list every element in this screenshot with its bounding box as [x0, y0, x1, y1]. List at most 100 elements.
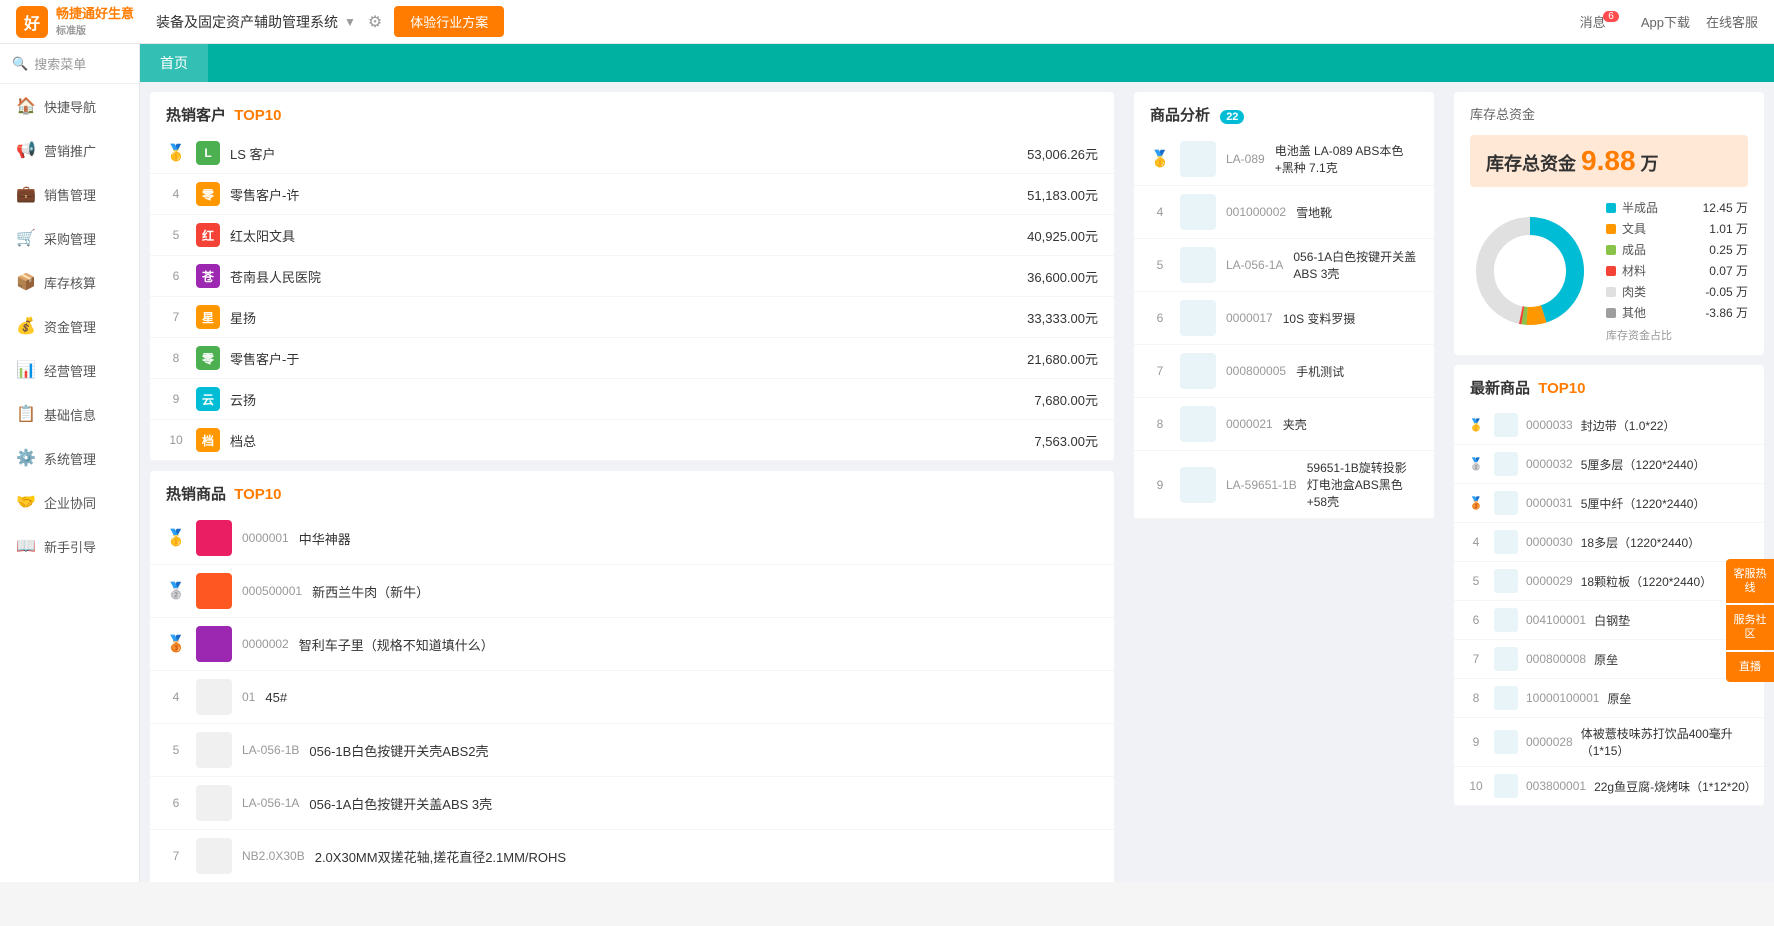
customer-amount: 40,925.00元: [1027, 226, 1098, 245]
sidebar-item-operations[interactable]: 📊 经营管理: [0, 348, 139, 392]
sidebar-item-base[interactable]: 📋 基础信息: [0, 392, 139, 436]
rank-num: 10: [1466, 779, 1486, 793]
table-row: 8 零 零售客户-于 21,680.00元: [150, 338, 1114, 379]
system-selector[interactable]: 装备及固定资产辅助管理系统 ▼: [156, 12, 356, 32]
sidebar: 🔍 搜索菜单 🏠 快捷导航 📢 营销推广 💼 销售管理 🛒 采购管理 📦 库存核…: [0, 44, 140, 882]
product-code: NB2.0X30B: [242, 849, 305, 863]
customer-badge: 零: [196, 182, 220, 206]
rank-num: 9: [166, 392, 186, 406]
customer-amount: 51,183.00元: [1027, 185, 1098, 204]
base-icon: 📋: [16, 404, 36, 424]
product-code: LA-056-1A: [242, 796, 299, 810]
list-item: 🥈 0000032 5厘多层（1220*2440）: [1454, 445, 1764, 484]
product-image: [1494, 530, 1518, 554]
rank-num: 8: [1150, 417, 1170, 431]
sidebar-search[interactable]: 🔍 搜索菜单: [0, 44, 139, 84]
list-item: 🥇 0000033 封边带（1.0*22）: [1454, 406, 1764, 445]
service-community-button[interactable]: 服务社区: [1726, 605, 1774, 650]
list-item: 🥉 0000002 智利车子里（规格不知道填什么）: [150, 618, 1114, 671]
system-name: 装备及固定资产辅助管理系统: [156, 12, 338, 32]
product-name: 2.0X30MM双搓花轴,搓花直径2.1MM/ROHS: [315, 847, 1098, 866]
system-icon: ⚙️: [16, 448, 36, 468]
customer-name: 红太阳文具: [230, 226, 1017, 245]
list-item: 10 003800001 22g鱼豆腐-烧烤味（1*12*20）: [1454, 767, 1764, 806]
product-image: [1180, 247, 1216, 283]
customer-amount: 21,680.00元: [1027, 349, 1098, 368]
rank-num: 5: [1150, 258, 1170, 272]
rank-num: 7: [1466, 652, 1486, 666]
list-item: 5 0000029 18颗粒板（1220*2440）: [1454, 562, 1764, 601]
legend-item: 成品 0.25 万: [1606, 241, 1748, 258]
legend-label: 成品: [1622, 241, 1703, 258]
product-code: 001000002: [1226, 205, 1286, 219]
sidebar-item-marketing[interactable]: 📢 营销推广: [0, 128, 139, 172]
product-name: 体被薏枝味苏打饮品400毫升（1*15）: [1581, 725, 1752, 759]
list-item: 🥇 0000001 中华神器: [150, 512, 1114, 565]
header-right: 消息 6 App下载 在线客服: [1580, 12, 1758, 31]
search-label: 搜索菜单: [34, 54, 86, 73]
list-item: 4 001000002 雪地靴: [1134, 186, 1434, 239]
tab-home-label: 首页: [160, 53, 188, 73]
customer-badge: 苍: [196, 264, 220, 288]
rank-num: 6: [1150, 311, 1170, 325]
customer-amount: 36,600.00元: [1027, 267, 1098, 286]
customer-badge: 档: [196, 428, 220, 452]
rank-num: 6: [166, 269, 186, 283]
legend-label: 文具: [1622, 220, 1703, 237]
sidebar-item-enterprise[interactable]: 🤝 企业协同: [0, 480, 139, 524]
product-image: [1494, 647, 1518, 671]
top-customers-card: 热销客户 TOP10 🥇 L LS 客户 53,006.26元 4 零: [150, 92, 1114, 461]
sidebar-item-inventory[interactable]: 📦 库存核算: [0, 260, 139, 304]
product-code: LA-59651-1B: [1226, 478, 1297, 492]
list-item: 6 004100001 白钢垫: [1454, 601, 1764, 640]
top-customers-title: 热销客户 TOP10: [150, 92, 1114, 133]
sidebar-item-sales[interactable]: 💼 销售管理: [0, 172, 139, 216]
product-code: LA-056-1A: [1226, 258, 1283, 272]
inventory-title: 库存总资金: [1470, 104, 1535, 123]
app-download[interactable]: App下载: [1641, 12, 1690, 31]
message-area[interactable]: 消息 6: [1580, 12, 1625, 31]
product-name: 056-1B白色按键开关壳ABS2壳: [309, 741, 1098, 760]
online-service[interactable]: 在线客服: [1706, 12, 1758, 31]
product-name: 18多层（1220*2440）: [1581, 534, 1752, 551]
product-image: [196, 626, 232, 662]
sidebar-item-system[interactable]: ⚙️ 系统管理: [0, 436, 139, 480]
right-panel: 库存总资金 库存总资金 9.88 万: [1444, 82, 1774, 882]
trial-button[interactable]: 体验行业方案: [394, 6, 504, 37]
main-layout: 🔍 搜索菜单 🏠 快捷导航 📢 营销推广 💼 销售管理 🛒 采购管理 📦 库存核…: [0, 44, 1774, 882]
hotline-button[interactable]: 客服热线: [1726, 559, 1774, 604]
legend-dot: [1606, 287, 1616, 297]
sidebar-label-purchase: 采购管理: [44, 229, 96, 248]
sidebar-item-purchase[interactable]: 🛒 采购管理: [0, 216, 139, 260]
sidebar-label-enterprise: 企业协同: [44, 493, 96, 512]
legend-item: 肉类 -0.05 万: [1606, 283, 1748, 300]
rank-num: 4: [1150, 205, 1170, 219]
legend-list: 半成品 12.45 万 文具 1.01 万 成品 0: [1606, 199, 1748, 343]
rank-num: 9: [1150, 478, 1170, 492]
product-name: 封边带（1.0*22）: [1581, 417, 1752, 434]
rank-medal: 🥉: [1466, 496, 1486, 510]
sidebar-item-guide[interactable]: 📖 新手引导: [0, 524, 139, 568]
legend-dot: [1606, 203, 1616, 213]
product-code: 0000030: [1526, 535, 1573, 549]
tab-home[interactable]: 首页: [140, 44, 208, 82]
finance-icon: 💰: [16, 316, 36, 336]
product-code: 000800008: [1526, 652, 1586, 666]
sidebar-item-finance[interactable]: 💰 资金管理: [0, 304, 139, 348]
customer-name: 档总: [230, 431, 1024, 450]
rank-medal: 🥈: [1466, 457, 1486, 471]
product-name: 中华神器: [299, 529, 1098, 548]
hot-products-middle-card: 商品分析 22 🥇 LA-089 电池盖 LA-089 ABS本色+黑种 7.1…: [1134, 92, 1434, 519]
settings-icon[interactable]: ⚙: [368, 12, 382, 32]
product-image: [196, 520, 232, 556]
product-image: [1180, 406, 1216, 442]
list-item: 🥈 000500001 新西兰牛肉（新牛）: [150, 565, 1114, 618]
rank-num: 5: [166, 228, 186, 242]
inventory-amount: 9.88: [1581, 145, 1636, 176]
live-button[interactable]: 直播: [1726, 652, 1774, 682]
customer-name: 零售客户-于: [230, 349, 1017, 368]
top-customers-top10: TOP10: [234, 107, 281, 124]
sidebar-item-quicknav[interactable]: 🏠 快捷导航: [0, 84, 139, 128]
product-image: [196, 838, 232, 874]
top-customers-rows: 🥇 L LS 客户 53,006.26元 4 零 零售客户-许 51,183.0…: [150, 133, 1114, 461]
